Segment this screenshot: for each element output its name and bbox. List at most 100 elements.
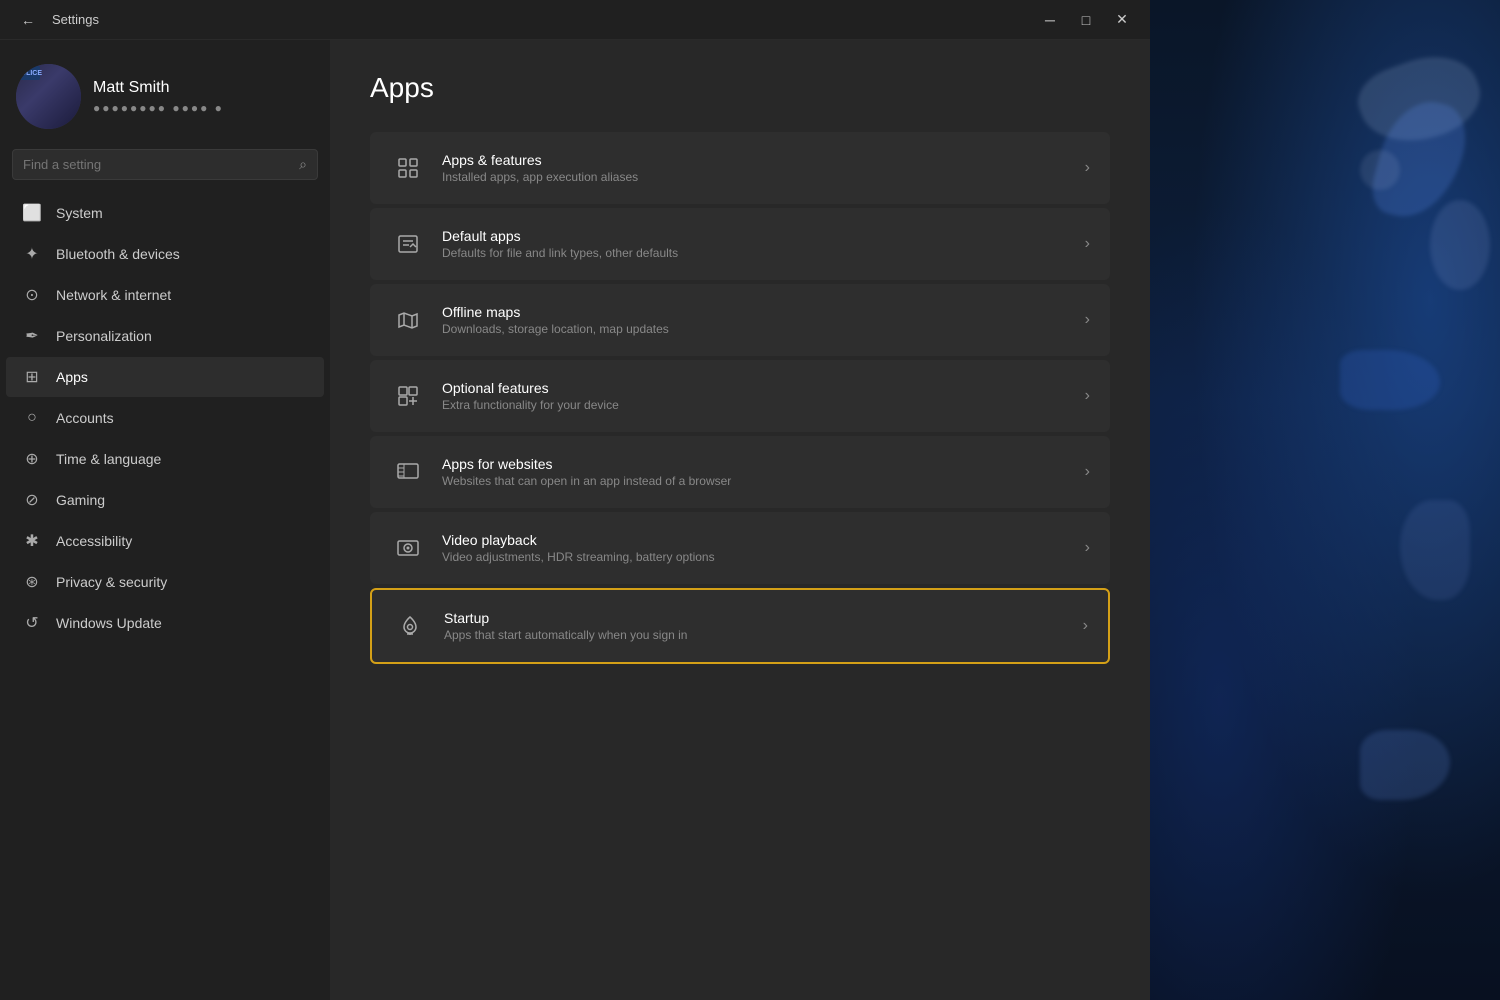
startup-text: Startup Apps that start automatically wh… bbox=[444, 610, 1067, 642]
sidebar-item-system[interactable]: ⬜ System bbox=[6, 193, 324, 233]
sidebar-item-label: Bluetooth & devices bbox=[56, 246, 180, 262]
personalization-icon: ✒ bbox=[22, 326, 42, 346]
time-icon: ⊕ bbox=[22, 449, 42, 469]
accessibility-icon: ✱ bbox=[22, 531, 42, 551]
sidebar-item-update[interactable]: ↺ Windows Update bbox=[6, 603, 324, 643]
sidebar-item-accessibility[interactable]: ✱ Accessibility bbox=[6, 521, 324, 561]
sidebar-item-label: Windows Update bbox=[56, 615, 162, 631]
system-icon: ⬜ bbox=[22, 203, 42, 223]
sidebar-item-gaming[interactable]: ⊘ Gaming bbox=[6, 480, 324, 520]
default-apps-icon bbox=[390, 226, 426, 262]
sidebar-item-network[interactable]: ⊙ Network & internet bbox=[6, 275, 324, 315]
apps-nav-icon: ⊞ bbox=[22, 367, 42, 387]
apps-websites-text: Apps for websites Websites that can open… bbox=[442, 456, 1069, 488]
chevron-right-icon: › bbox=[1085, 235, 1090, 253]
chevron-right-icon: › bbox=[1085, 539, 1090, 557]
update-icon: ↺ bbox=[22, 613, 42, 633]
chevron-right-icon: › bbox=[1085, 311, 1090, 329]
user-profile[interactable]: POLICE Matt Smith ●●●●●●●● ●●●● ● bbox=[0, 48, 330, 149]
sidebar-item-personalization[interactable]: ✒ Personalization bbox=[6, 316, 324, 356]
sidebar-item-label: Network & internet bbox=[56, 287, 171, 303]
search-container: ⌕ bbox=[0, 149, 330, 192]
chevron-right-icon: › bbox=[1085, 463, 1090, 481]
back-button[interactable]: ← bbox=[12, 6, 44, 34]
apps-websites-desc: Websites that can open in an app instead… bbox=[442, 474, 1069, 488]
settings-item-offline-maps[interactable]: Offline maps Downloads, storage location… bbox=[370, 284, 1110, 356]
search-input[interactable] bbox=[23, 157, 291, 172]
offline-maps-desc: Downloads, storage location, map updates bbox=[442, 322, 1069, 336]
main-content: Apps Apps & feat bbox=[330, 40, 1150, 1000]
search-icon: ⌕ bbox=[299, 156, 307, 173]
accounts-icon: ○ bbox=[22, 408, 42, 428]
sidebar-item-label: Gaming bbox=[56, 492, 105, 508]
apps-websites-title: Apps for websites bbox=[442, 456, 1069, 472]
titlebar-title: Settings bbox=[52, 12, 99, 27]
offline-maps-text: Offline maps Downloads, storage location… bbox=[442, 304, 1069, 336]
settings-item-startup[interactable]: Startup Apps that start automatically wh… bbox=[370, 588, 1110, 664]
apps-features-desc: Installed apps, app execution aliases bbox=[442, 170, 1069, 184]
settings-item-default-apps[interactable]: Default apps Defaults for file and link … bbox=[370, 208, 1110, 280]
avatar: POLICE bbox=[16, 64, 81, 129]
apps-features-title: Apps & features bbox=[442, 152, 1069, 168]
page-title: Apps bbox=[370, 72, 1110, 104]
sidebar-item-bluetooth[interactable]: ✦ Bluetooth & devices bbox=[6, 234, 324, 274]
optional-features-title: Optional features bbox=[442, 380, 1069, 396]
chevron-right-icon: › bbox=[1085, 159, 1090, 177]
apps-websites-icon bbox=[390, 454, 426, 490]
user-name: Matt Smith bbox=[93, 79, 224, 97]
sidebar-item-label: Apps bbox=[56, 369, 88, 385]
offline-maps-title: Offline maps bbox=[442, 304, 1069, 320]
minimize-button[interactable]: ─ bbox=[1034, 6, 1066, 34]
default-apps-text: Default apps Defaults for file and link … bbox=[442, 228, 1069, 260]
default-apps-desc: Defaults for file and link types, other … bbox=[442, 246, 1069, 260]
back-icon: ← bbox=[21, 12, 35, 28]
sidebar: POLICE Matt Smith ●●●●●●●● ●●●● ● ⌕ bbox=[0, 40, 330, 1000]
chevron-right-icon: › bbox=[1083, 617, 1088, 635]
sidebar-item-label: Accessibility bbox=[56, 533, 132, 549]
sidebar-item-privacy[interactable]: ⊛ Privacy & security bbox=[6, 562, 324, 602]
settings-item-video-playback[interactable]: Video playback Video adjustments, HDR st… bbox=[370, 512, 1110, 584]
optional-features-desc: Extra functionality for your device bbox=[442, 398, 1069, 412]
network-icon: ⊙ bbox=[22, 285, 42, 305]
startup-desc: Apps that start automatically when you s… bbox=[444, 628, 1067, 642]
wallpaper bbox=[1150, 0, 1500, 1000]
gaming-icon: ⊘ bbox=[22, 490, 42, 510]
settings-list: Apps & features Installed apps, app exec… bbox=[370, 132, 1110, 664]
sidebar-item-time[interactable]: ⊕ Time & language bbox=[6, 439, 324, 479]
sidebar-item-apps[interactable]: ⊞ Apps bbox=[6, 357, 324, 397]
default-apps-title: Default apps bbox=[442, 228, 1069, 244]
sidebar-item-label: Time & language bbox=[56, 451, 161, 467]
optional-features-icon bbox=[390, 378, 426, 414]
settings-item-optional-features[interactable]: Optional features Extra functionality fo… bbox=[370, 360, 1110, 432]
sidebar-item-accounts[interactable]: ○ Accounts bbox=[6, 398, 324, 438]
sidebar-item-label: System bbox=[56, 205, 103, 221]
video-playback-desc: Video adjustments, HDR streaming, batter… bbox=[442, 550, 1069, 564]
chevron-right-icon: › bbox=[1085, 387, 1090, 405]
apps-features-icon bbox=[390, 150, 426, 186]
titlebar: ← Settings ─ □ ✕ bbox=[0, 0, 1150, 40]
privacy-icon: ⊛ bbox=[22, 572, 42, 592]
bluetooth-icon: ✦ bbox=[22, 244, 42, 264]
settings-item-apps-features[interactable]: Apps & features Installed apps, app exec… bbox=[370, 132, 1110, 204]
video-playback-title: Video playback bbox=[442, 532, 1069, 548]
user-account-dots: ●●●●●●●● ●●●● ● bbox=[93, 101, 224, 115]
sidebar-item-label: Personalization bbox=[56, 328, 152, 344]
video-playback-text: Video playback Video adjustments, HDR st… bbox=[442, 532, 1069, 564]
minimize-icon: ─ bbox=[1045, 12, 1055, 28]
sidebar-item-label: Accounts bbox=[56, 410, 114, 426]
maximize-icon: □ bbox=[1082, 12, 1090, 28]
video-playback-icon bbox=[390, 530, 426, 566]
close-icon: ✕ bbox=[1116, 11, 1128, 28]
sidebar-item-label: Privacy & security bbox=[56, 574, 167, 590]
startup-icon bbox=[392, 608, 428, 644]
sidebar-nav: ⬜ System ✦ Bluetooth & devices ⊙ Network… bbox=[0, 192, 330, 644]
maximize-button[interactable]: □ bbox=[1070, 6, 1102, 34]
apps-features-text: Apps & features Installed apps, app exec… bbox=[442, 152, 1069, 184]
startup-title: Startup bbox=[444, 610, 1067, 626]
offline-maps-icon bbox=[390, 302, 426, 338]
user-info: Matt Smith ●●●●●●●● ●●●● ● bbox=[93, 79, 224, 115]
close-button[interactable]: ✕ bbox=[1106, 6, 1138, 34]
search-box[interactable]: ⌕ bbox=[12, 149, 318, 180]
settings-item-apps-websites[interactable]: Apps for websites Websites that can open… bbox=[370, 436, 1110, 508]
optional-features-text: Optional features Extra functionality fo… bbox=[442, 380, 1069, 412]
